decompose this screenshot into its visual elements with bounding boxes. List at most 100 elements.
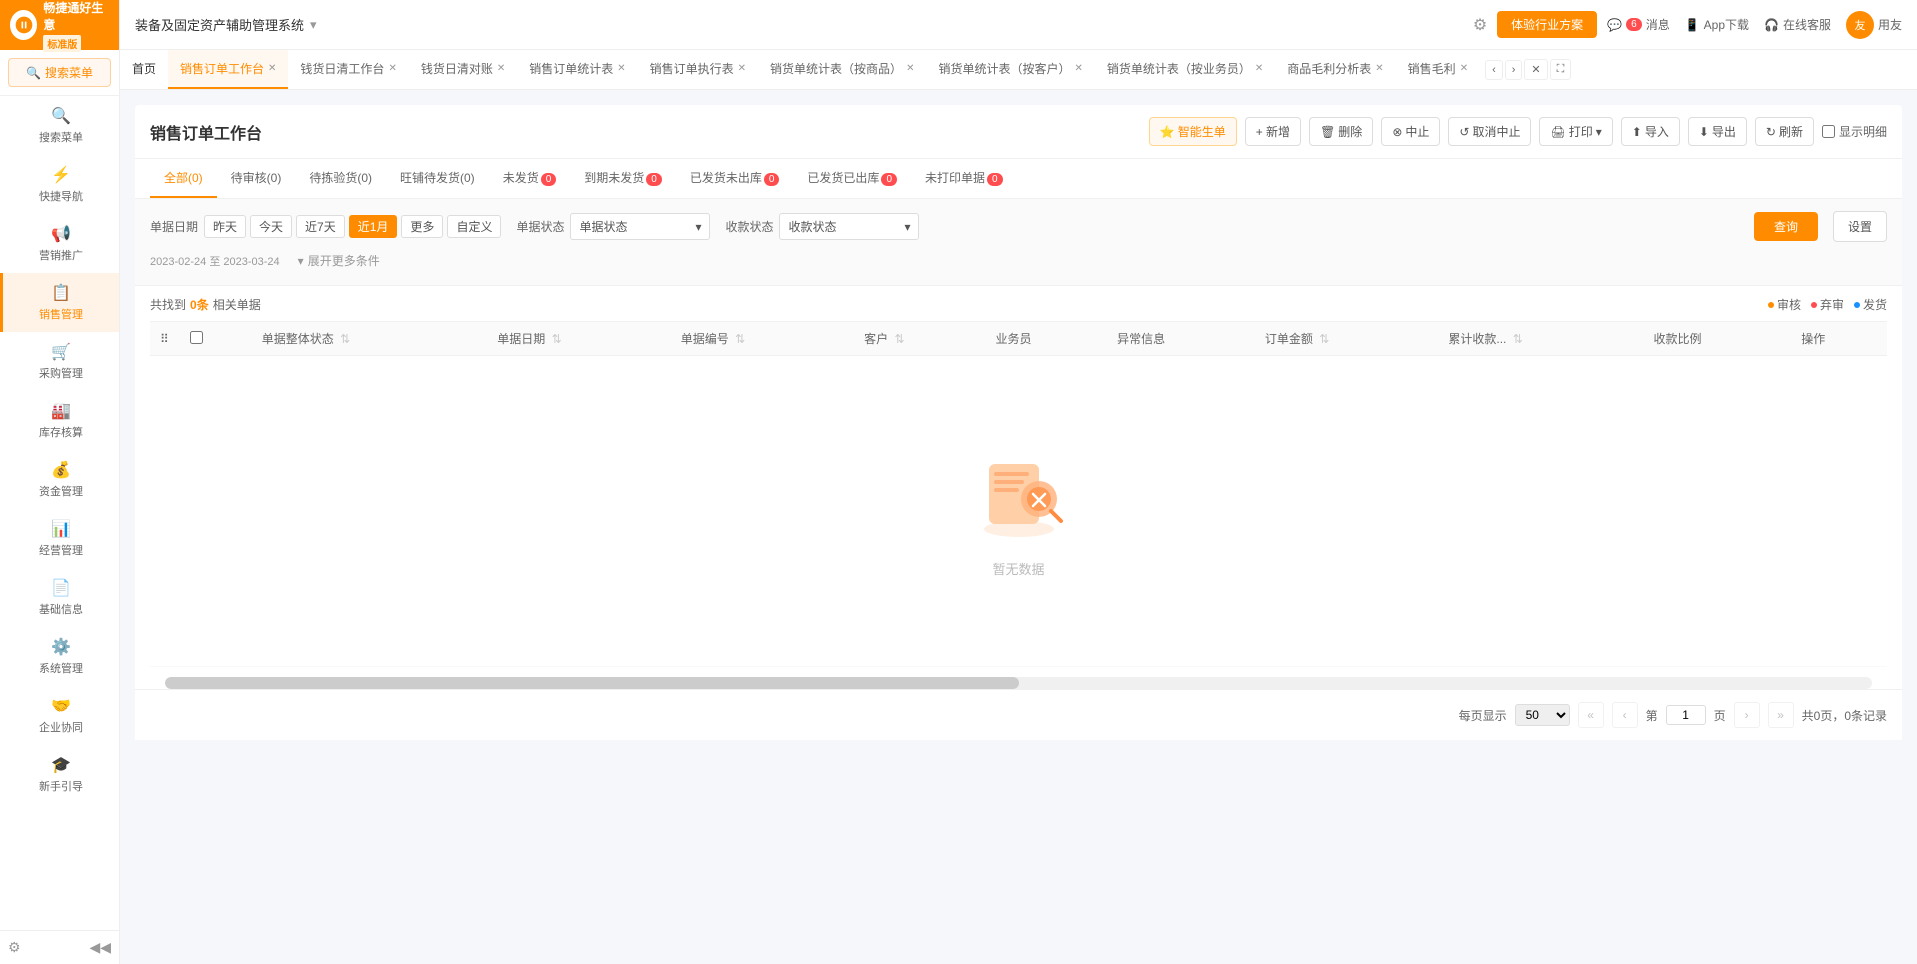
revoke-action[interactable]: 弃审 (1811, 296, 1844, 313)
horizontal-scrollbar[interactable] (165, 677, 1872, 689)
tab-8[interactable]: 销货单统计表（按业务员）✕ (1095, 50, 1275, 89)
date-btn-0[interactable]: 昨天 (204, 215, 246, 238)
app-download-item[interactable]: 📱 App下载 (1685, 16, 1749, 33)
tab-5[interactable]: 销售订单执行表✕ (638, 50, 758, 89)
filter-tab-5[interactable]: 到期未发货0 (570, 159, 676, 198)
th-number[interactable]: 单据编号 ⇅ (671, 322, 854, 356)
tab-close-5[interactable]: ✕ (738, 63, 746, 74)
sidebar-item-basic-info[interactable]: 📄 基础信息 (0, 568, 119, 627)
tab-4[interactable]: 销售订单统计表✕ (517, 50, 637, 89)
tab-close-6[interactable]: ✕ (906, 63, 914, 74)
show-detail-label[interactable]: 显示明细 (1822, 123, 1887, 140)
filter-tab-3[interactable]: 旺铺待发货(0) (386, 159, 489, 198)
filter-tab-0[interactable]: 全部(0) (150, 159, 217, 198)
filter-tab-7[interactable]: 已发货已出库0 (793, 159, 911, 198)
tab-close-9[interactable]: ✕ (1375, 63, 1383, 74)
sidebar-item-quick-nav[interactable]: ⚡ 快捷导航 (0, 155, 119, 214)
sidebar-item-cooperation[interactable]: 🤝 企业协同 (0, 686, 119, 745)
filter-tab-2[interactable]: 待拣验货(0) (295, 159, 386, 198)
tab-close-10[interactable]: ✕ (1460, 63, 1468, 74)
table-area: 共找到 0条 相关单据 审核 弃审 (135, 286, 1902, 677)
date-btn-1[interactable]: 今天 (250, 215, 292, 238)
tab-2[interactable]: 钱货日清工作台✕ (288, 50, 408, 89)
tab-close-4[interactable]: ✕ (617, 63, 625, 74)
date-btn-5[interactable]: 自定义 (447, 215, 501, 238)
sidebar-item-system[interactable]: ⚙️ 系统管理 (0, 627, 119, 686)
tab-close-7[interactable]: ✕ (1074, 63, 1082, 74)
add-button[interactable]: + 新增 (1245, 117, 1301, 146)
settings-button[interactable]: ⚙ (8, 939, 21, 956)
online-service-item[interactable]: 🎧 在线客服 (1764, 16, 1831, 33)
export-button[interactable]: ⬇ 导出 (1688, 117, 1747, 146)
last-page-button[interactable]: » (1768, 702, 1794, 728)
tab-fullscreen-button[interactable]: ⛶ (1550, 59, 1572, 80)
cancel-stop-button[interactable]: ↺ 取消中止 (1448, 117, 1531, 146)
next-page-button[interactable]: › (1734, 702, 1760, 728)
query-button[interactable]: 查询 (1754, 212, 1818, 241)
search-menu-button[interactable]: 🔍 搜索菜单 (8, 58, 111, 87)
smart-create-button[interactable]: ⭐ 智能生单 (1149, 117, 1237, 146)
tab-9[interactable]: 商品毛利分析表✕ (1275, 50, 1395, 89)
tab-6[interactable]: 销货单统计表（按商品）✕ (758, 50, 926, 89)
th-collected[interactable]: 累计收款... ⇅ (1438, 322, 1643, 356)
tab-close-3[interactable]: ✕ (497, 63, 505, 74)
th-exception: 异常信息 (1107, 322, 1255, 356)
prev-page-button[interactable]: ‹ (1612, 702, 1638, 728)
sidebar-item-purchase[interactable]: 🛒 采购管理 (0, 332, 119, 391)
tab-close-8[interactable]: ✕ (1255, 63, 1263, 74)
refresh-button[interactable]: ↻ 刷新 (1755, 117, 1814, 146)
filter-tab-6[interactable]: 已发货未出库0 (676, 159, 794, 198)
select-all-checkbox[interactable] (190, 331, 203, 344)
page-input[interactable] (1666, 705, 1706, 725)
topbar-settings-icon[interactable]: ⚙ (1473, 15, 1487, 35)
filter-tab-4[interactable]: 未发货0 (489, 159, 571, 198)
sidebar-item-finance[interactable]: 💰 资金管理 (0, 450, 119, 509)
audit-action[interactable]: 审核 (1768, 296, 1801, 313)
tab-next-button[interactable]: › (1505, 60, 1523, 80)
filter-tab-8[interactable]: 未打印单据0 (911, 159, 1017, 198)
date-btn-2[interactable]: 近7天 (296, 215, 345, 238)
tab-0[interactable]: 首页 (120, 50, 168, 89)
first-page-button[interactable]: « (1578, 702, 1604, 728)
tab-10[interactable]: 销售毛利✕ (1396, 50, 1480, 89)
date-btn-3[interactable]: 近1月 (349, 215, 398, 238)
th-customer[interactable]: 客户 ⇅ (854, 322, 985, 356)
date-btn-4[interactable]: 更多 (401, 215, 443, 238)
payment-select[interactable]: 收款状态 ▾ (779, 213, 919, 240)
system-title-arrow[interactable]: ▾ (310, 17, 317, 33)
import-button[interactable]: ⬆ 导入 (1621, 117, 1680, 146)
th-select-all[interactable] (180, 322, 252, 356)
th-date[interactable]: 单据日期 ⇅ (487, 322, 670, 356)
sidebar-item-marketing[interactable]: 📢 营销推广 (0, 214, 119, 273)
print-button[interactable]: 🖨 打印 ▾ (1539, 117, 1612, 146)
sidebar-item-sales[interactable]: 📋 销售管理 (0, 273, 119, 332)
topbar: 装备及固定资产辅助管理系统 ▾ ⚙ 体验行业方案 💬 6 消息 📱 App下载 … (120, 0, 1917, 50)
th-status[interactable]: 单据整体状态 ⇅ (252, 322, 488, 356)
sidebar-item-operations[interactable]: 📊 经营管理 (0, 509, 119, 568)
stop-button[interactable]: ⊗ 中止 (1381, 117, 1440, 146)
scroll-thumb[interactable] (165, 677, 1019, 689)
ship-action[interactable]: 发货 (1854, 296, 1887, 313)
tab-close-2[interactable]: ✕ (388, 63, 396, 74)
status-select[interactable]: 单据状态 ▾ (570, 213, 710, 240)
message-item[interactable]: 💬 6 消息 (1607, 16, 1670, 33)
tab-prev-button[interactable]: ‹ (1485, 60, 1503, 80)
tab-3[interactable]: 钱货日清对账✕ (409, 50, 517, 89)
sidebar-item-guide[interactable]: 🎓 新手引导 (0, 745, 119, 804)
tab-close-all-button[interactable]: ✕ (1524, 59, 1547, 80)
per-page-select[interactable]: 50 20 100 (1515, 704, 1570, 726)
collapse-button[interactable]: ◀◀ (89, 939, 111, 956)
tab-close-1[interactable]: ✕ (268, 63, 276, 74)
delete-button[interactable]: 🗑 删除 (1309, 117, 1373, 146)
th-amount[interactable]: 订单金额 ⇅ (1255, 322, 1438, 356)
tab-1[interactable]: 销售订单工作台✕ (168, 50, 288, 89)
set-button[interactable]: 设置 (1833, 211, 1887, 242)
user-item[interactable]: 友 用友 (1846, 11, 1902, 39)
sidebar-item-inventory[interactable]: 🏭 库存核算 (0, 391, 119, 450)
show-detail-checkbox[interactable] (1822, 125, 1835, 138)
industry-solution-button[interactable]: 体验行业方案 (1497, 11, 1597, 38)
expand-conditions-button[interactable]: ▾ 展开更多条件 (290, 248, 388, 273)
sidebar-item-search[interactable]: 🔍 搜索菜单 (0, 96, 119, 155)
filter-tab-1[interactable]: 待审核(0) (217, 159, 296, 198)
tab-7[interactable]: 销货单统计表（按客户）✕ (926, 50, 1094, 89)
